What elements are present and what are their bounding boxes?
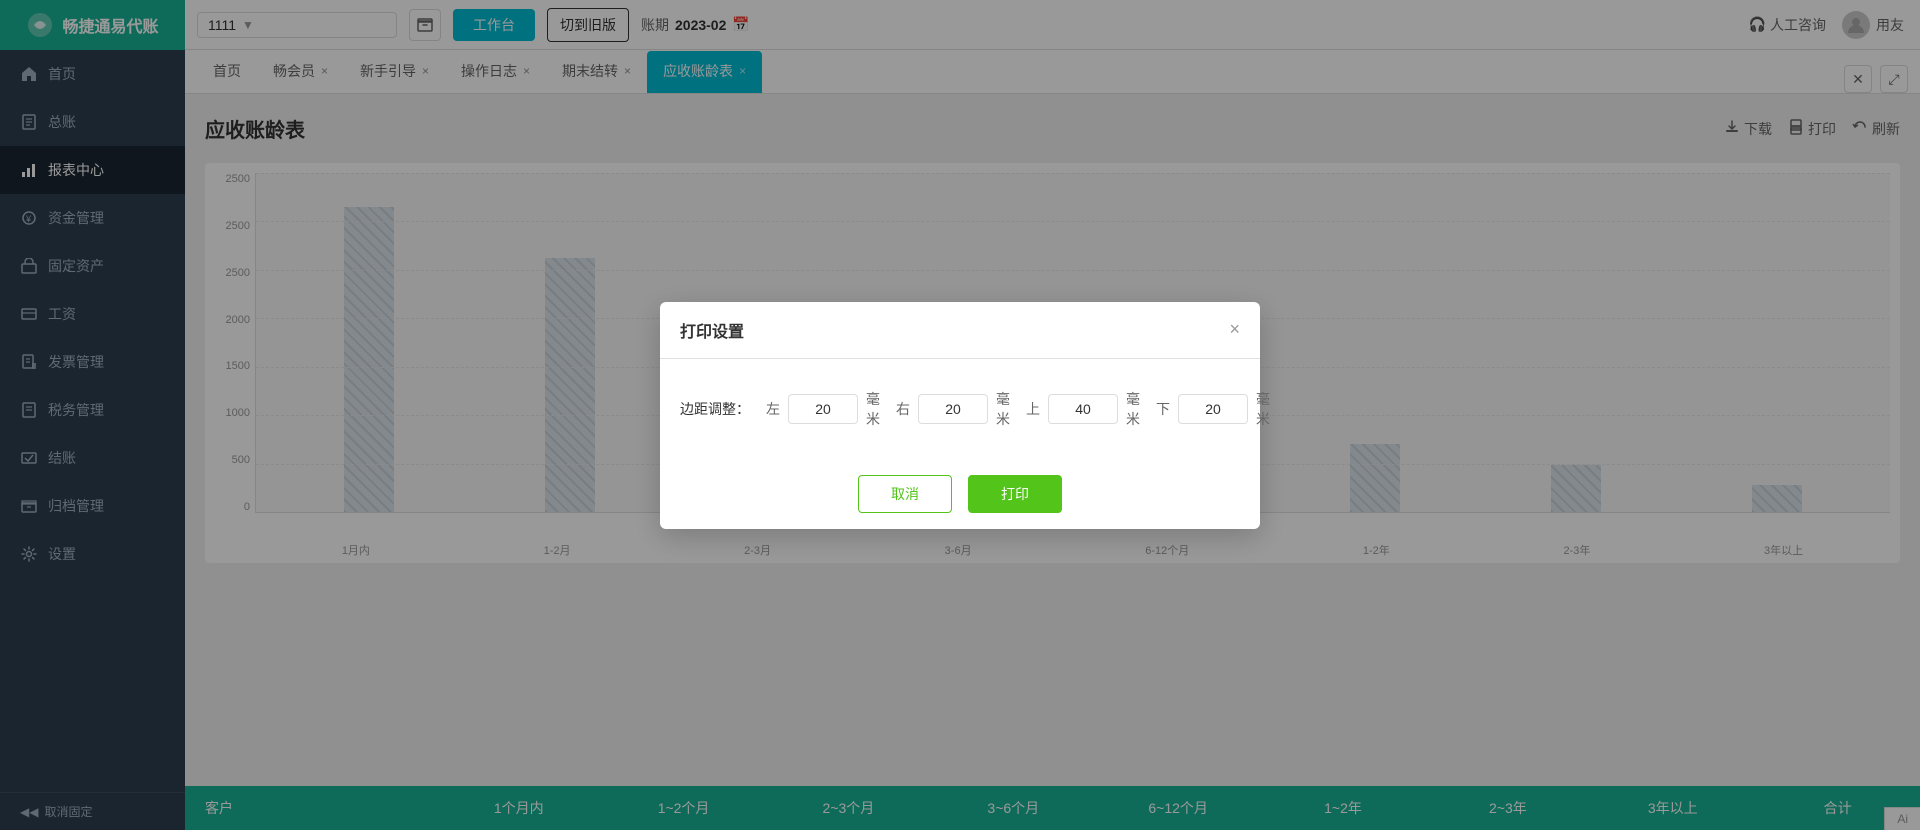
modal-title: 打印设置	[680, 318, 744, 342]
modal-close-button[interactable]: ×	[1229, 319, 1240, 340]
right-unit: 毫米	[996, 389, 1010, 429]
margin-form-row: 边距调整： 左 毫米 右 毫米 上 毫米 下	[680, 389, 1240, 429]
print-settings-modal: 打印设置 × 边距调整： 左 毫米 右 毫米 上 毫米	[660, 302, 1260, 529]
top-label: 上	[1026, 399, 1040, 419]
bottom-margin-input[interactable]	[1178, 394, 1248, 424]
right-label: 右	[896, 399, 910, 419]
left-margin-input[interactable]	[788, 394, 858, 424]
bottom-margin-group: 下 毫米	[1156, 389, 1270, 429]
bottom-unit: 毫米	[1256, 389, 1270, 429]
top-unit: 毫米	[1126, 389, 1140, 429]
modal-header: 打印设置 ×	[660, 302, 1260, 359]
top-margin-input[interactable]	[1048, 394, 1118, 424]
bottom-label: 下	[1156, 399, 1170, 419]
left-margin-group: 左 毫米	[766, 389, 880, 429]
right-margin-group: 右 毫米	[896, 389, 1010, 429]
left-unit: 毫米	[866, 389, 880, 429]
top-margin-group: 上 毫米	[1026, 389, 1140, 429]
print-confirm-button[interactable]: 打印	[968, 475, 1062, 513]
right-margin-input[interactable]	[918, 394, 988, 424]
modal-overlay: 打印设置 × 边距调整： 左 毫米 右 毫米 上 毫米	[0, 0, 1920, 830]
margin-label: 边距调整：	[680, 399, 750, 419]
cancel-button[interactable]: 取消	[858, 475, 952, 513]
left-label: 左	[766, 399, 780, 419]
modal-footer: 取消 打印	[660, 459, 1260, 529]
modal-body: 边距调整： 左 毫米 右 毫米 上 毫米 下	[660, 359, 1260, 459]
